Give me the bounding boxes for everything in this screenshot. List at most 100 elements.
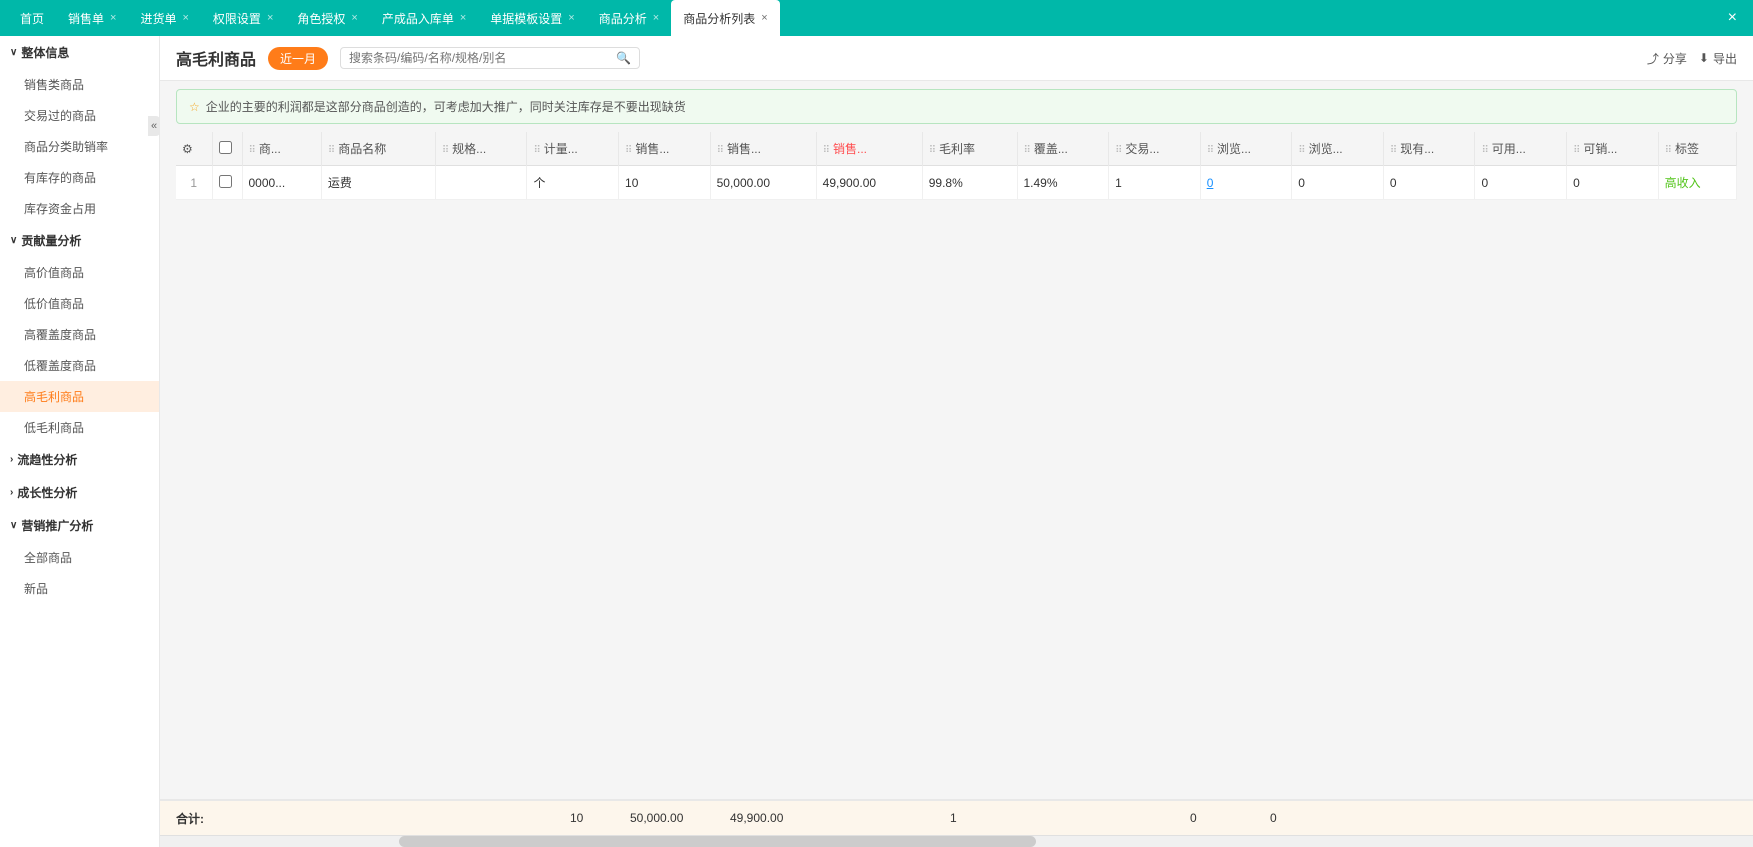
- col-code: ⠿商...: [242, 132, 321, 166]
- nav-permissions[interactable]: 权限设置 ×: [201, 0, 285, 36]
- cell-unit: 个: [527, 166, 619, 200]
- cell-sales-qty: 10: [619, 166, 711, 200]
- settings-icon[interactable]: ⚙: [182, 142, 193, 156]
- close-sales-order[interactable]: ×: [110, 12, 116, 24]
- sidebar: « ∨ 整体信息 销售类商品 交易过的商品 商品分类助销率 有库存的商品 库存资…: [0, 36, 160, 847]
- col-sales-cost: ⠿销售...: [816, 132, 922, 166]
- cell-sales-cost: 49,900.00: [816, 166, 922, 200]
- header-actions: ⤴ 分享 ⬇ 导出: [1647, 50, 1737, 67]
- filter-recent-month-button[interactable]: 近一月: [268, 47, 328, 70]
- tip-bar: ☆ 企业的主要的利润都是这部分商品创造的，可考虑加大推广，同时关注库存是不要出现…: [176, 89, 1737, 124]
- search-box: 🔍: [340, 47, 640, 69]
- footer-spacer2: [1024, 811, 1104, 825]
- nav-product-analysis[interactable]: 商品分析 ×: [587, 0, 671, 36]
- nav-template-settings[interactable]: 单据模板设置 ×: [478, 0, 586, 36]
- sidebar-item-low-value[interactable]: 低价值商品: [0, 288, 159, 319]
- content-area: 高毛利商品 近一月 🔍 ⤴ 分享 ⬇ 导出 ☆ 企业的主要的利润都是这部分商品创…: [160, 36, 1753, 847]
- nav-roles[interactable]: 角色授权 ×: [285, 0, 369, 36]
- sidebar-item-traded-goods[interactable]: 交易过的商品: [0, 100, 159, 131]
- select-all-checkbox[interactable]: [219, 141, 232, 154]
- close-product-analysis-list[interactable]: ×: [761, 12, 767, 24]
- col-view-count1: ⠿浏览...: [1200, 132, 1292, 166]
- sidebar-collapse-button[interactable]: «: [148, 116, 160, 136]
- page-title: 高毛利商品: [176, 46, 256, 70]
- nav-purchase-order[interactable]: 进货单 ×: [128, 0, 200, 36]
- col-view-count2: ⠿浏览...: [1292, 132, 1384, 166]
- footer-sales-qty: [244, 811, 564, 825]
- sidebar-item-stock-capital[interactable]: 库存资金占用: [0, 193, 159, 224]
- cell-spec: [435, 166, 527, 200]
- arrow-icon-3: ›: [10, 454, 13, 465]
- cell-gross-margin: 99.8%: [922, 166, 1017, 200]
- sidebar-item-category-rate[interactable]: 商品分类助销率: [0, 131, 159, 162]
- export-icon: ⬇: [1699, 51, 1709, 65]
- nav-product-analysis-list[interactable]: 商品分析列表 ×: [671, 0, 779, 36]
- row-checkbox[interactable]: [212, 166, 242, 200]
- col-tag: ⠿标签: [1658, 132, 1736, 166]
- share-button[interactable]: ⤴ 分享: [1647, 50, 1687, 67]
- close-roles[interactable]: ×: [351, 12, 357, 24]
- product-table: ⚙ ⠿商... ⠿商品名称 ⠿规格... ⠿计量... ⠿销售... ⠿销售..…: [176, 132, 1737, 200]
- cell-tag: 高收入: [1658, 166, 1736, 200]
- search-icon[interactable]: 🔍: [616, 51, 631, 65]
- sidebar-item-all-goods[interactable]: 全部商品: [0, 542, 159, 573]
- sidebar-item-high-margin[interactable]: 高毛利商品: [0, 381, 159, 412]
- share-icon: ⤴: [1647, 50, 1659, 67]
- cell-salable-stock: 0: [1567, 166, 1659, 200]
- close-purchase-order[interactable]: ×: [182, 12, 188, 24]
- sidebar-item-high-value[interactable]: 高价值商品: [0, 257, 159, 288]
- cell-view-count1[interactable]: 0: [1200, 166, 1292, 200]
- footer-available-stock: 0: [1264, 811, 1344, 825]
- col-current-stock: ⠿现有...: [1383, 132, 1475, 166]
- table-row: 1 0000... 运费 个 10 50,000.00 49,900.00 99…: [176, 166, 1737, 200]
- tip-icon: ☆: [189, 100, 200, 114]
- col-settings[interactable]: ⚙: [176, 132, 212, 166]
- sidebar-item-low-coverage[interactable]: 低覆盖度商品: [0, 350, 159, 381]
- cell-current-stock: 0: [1383, 166, 1475, 200]
- col-gross-margin: ⠿毛利率: [922, 132, 1017, 166]
- sidebar-group-growth[interactable]: › 成长性分析: [0, 476, 159, 509]
- footer-spacer3: [1104, 811, 1184, 825]
- col-spec: ⠿规格...: [435, 132, 527, 166]
- export-button[interactable]: ⬇ 导出: [1699, 50, 1737, 67]
- sidebar-item-low-margin[interactable]: 低毛利商品: [0, 412, 159, 443]
- close-template-settings[interactable]: ×: [568, 12, 574, 24]
- sidebar-group-overall[interactable]: ∨ 整体信息: [0, 36, 159, 69]
- cell-sales-amount: 50,000.00: [710, 166, 816, 200]
- table-header-row: ⚙ ⠿商... ⠿商品名称 ⠿规格... ⠿计量... ⠿销售... ⠿销售..…: [176, 132, 1737, 166]
- sidebar-item-in-stock[interactable]: 有库存的商品: [0, 162, 159, 193]
- arrow-icon-5: ∨: [10, 520, 17, 531]
- sidebar-item-high-coverage[interactable]: 高覆盖度商品: [0, 319, 159, 350]
- nav-home[interactable]: 首页: [8, 0, 56, 36]
- nav-sales-order[interactable]: 销售单 ×: [56, 0, 128, 36]
- sidebar-group-contribution[interactable]: ∨ 贡献量分析: [0, 224, 159, 257]
- footer-values: 10 50,000.00 49,900.00 1 0 0: [244, 811, 1737, 825]
- sidebar-group-trend[interactable]: › 流趋性分析: [0, 443, 159, 476]
- cell-code: 0000...: [242, 166, 321, 200]
- close-permissions[interactable]: ×: [267, 12, 273, 24]
- col-name: ⠿商品名称: [321, 132, 435, 166]
- col-available-stock: ⠿可用...: [1475, 132, 1567, 166]
- arrow-icon-2: ∨: [10, 235, 17, 246]
- cell-view-count2: 0: [1292, 166, 1384, 200]
- cell-name: 运费: [321, 166, 435, 200]
- sidebar-item-new-products[interactable]: 新品: [0, 573, 159, 604]
- col-checkbox[interactable]: [212, 132, 242, 166]
- col-sales-amount: ⠿销售...: [710, 132, 816, 166]
- close-all-tabs[interactable]: ×: [1720, 9, 1745, 27]
- col-coverage: ⠿覆盖...: [1017, 132, 1109, 166]
- content-header: 高毛利商品 近一月 🔍 ⤴ 分享 ⬇ 导出: [160, 36, 1753, 81]
- close-product-analysis[interactable]: ×: [653, 12, 659, 24]
- footer-label: 合计:: [176, 810, 204, 827]
- sidebar-item-sales-goods[interactable]: 销售类商品: [0, 69, 159, 100]
- nav-finished-goods[interactable]: 产成品入库单 ×: [370, 0, 478, 36]
- top-navigation: 首页 销售单 × 进货单 × 权限设置 × 角色授权 × 产成品入库单 × 单据…: [0, 0, 1753, 36]
- arrow-icon: ∨: [10, 47, 17, 58]
- footer-sales-amount: 50,000.00: [624, 811, 724, 825]
- sidebar-group-marketing[interactable]: ∨ 营销推广分析: [0, 509, 159, 542]
- table-wrapper[interactable]: ⚙ ⠿商... ⠿商品名称 ⠿规格... ⠿计量... ⠿销售... ⠿销售..…: [160, 132, 1753, 799]
- row-select-checkbox[interactable]: [219, 175, 232, 188]
- horizontal-scrollbar[interactable]: [160, 835, 1753, 847]
- close-finished-goods[interactable]: ×: [460, 12, 466, 24]
- search-input[interactable]: [349, 51, 612, 65]
